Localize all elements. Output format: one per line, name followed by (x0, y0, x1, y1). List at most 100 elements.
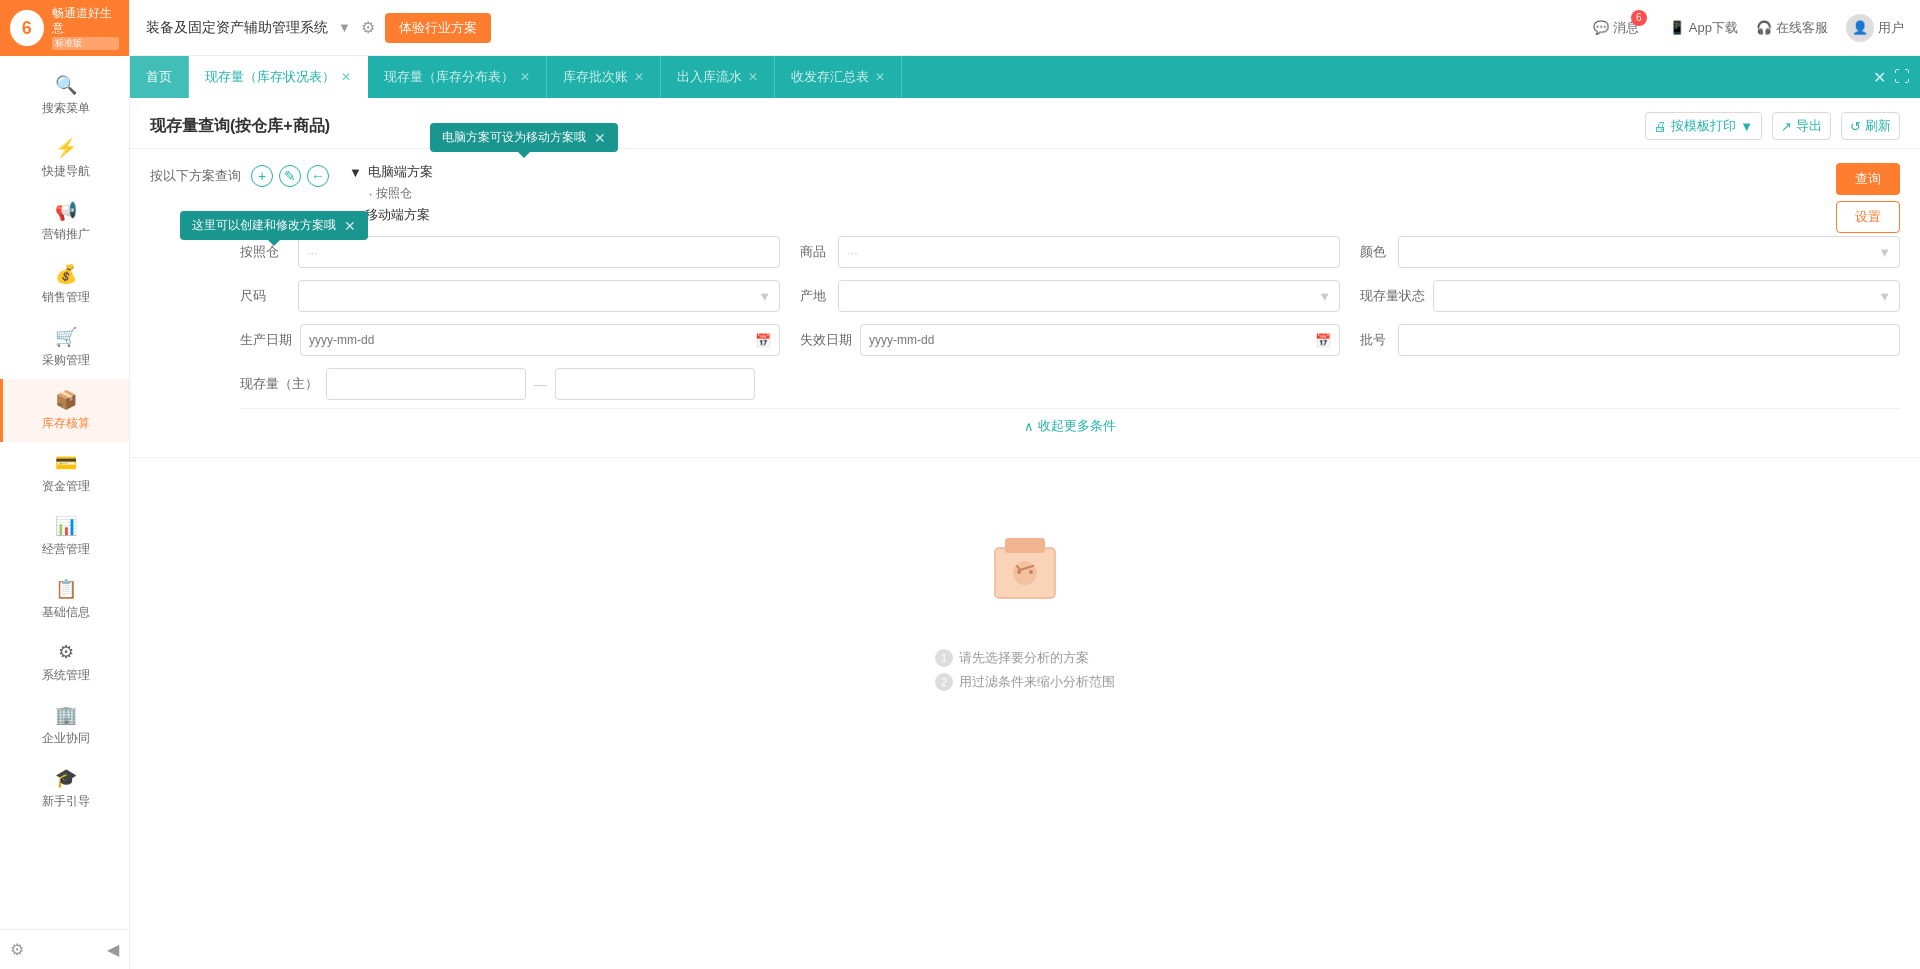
size-select[interactable]: ▼ (298, 280, 780, 312)
app-download-action[interactable]: 📱 App下载 (1669, 19, 1738, 37)
settings-icon[interactable]: ⚙ (10, 940, 24, 959)
prod-date-input[interactable]: 📅 (300, 324, 780, 356)
tab-receive-summary[interactable]: 收发存汇总表 ✕ (775, 56, 902, 98)
refresh-button[interactable]: ↺ 刷新 (1841, 112, 1900, 140)
svg-point-5 (1017, 570, 1021, 574)
size-chevron-icon: ▼ (758, 289, 771, 304)
filter-size: 尺码 ▼ (240, 280, 780, 312)
add-scheme-button[interactable]: + (251, 165, 273, 187)
finance-icon: 💳 (55, 452, 77, 474)
batch-no-field[interactable] (1407, 333, 1891, 348)
user-profile[interactable]: 👤 用户 (1846, 14, 1904, 42)
close-tab-icon[interactable]: ✕ (1873, 68, 1886, 87)
sidebar-item-search[interactable]: 🔍 搜索菜单 (0, 64, 129, 127)
origin-select[interactable]: ▼ (838, 280, 1340, 312)
empty-steps: 1 请先选择要分析的方案 2 用过滤条件来缩小分析范围 (935, 649, 1115, 697)
calendar-icon-prod: 📅 (755, 333, 771, 348)
product-dots-icon: ··· (847, 245, 858, 260)
expire-date-input[interactable]: 📅 (860, 324, 1340, 356)
message-icon: 💬 (1593, 20, 1609, 35)
range-separator: — (534, 377, 547, 392)
sidebar-item-finance[interactable]: 💳 资金管理 (0, 442, 129, 505)
sidebar-item-quick-nav[interactable]: ⚡ 快捷导航 (0, 127, 129, 190)
search-icon: 🔍 (55, 74, 77, 96)
tab-stock-dist[interactable]: 现存量（库存分布表） ✕ (368, 56, 547, 98)
scheme-pc-parent[interactable]: ▼ 电脑端方案 (349, 163, 433, 181)
filter-area: 按以下方案查询 + ✎ ← 电脑方案可设为移动方案哦 ✕ (130, 149, 1920, 457)
tab-close-stock-dist[interactable]: ✕ (520, 70, 530, 84)
solution-button[interactable]: 体验行业方案 (385, 13, 491, 43)
tabbar-actions: ✕ ⛶ (1863, 56, 1920, 98)
warehouse-select[interactable]: ··· (298, 236, 780, 268)
system-dropdown-icon[interactable]: ▼ (338, 20, 351, 35)
sidebar-bottom: ⚙ ◀ (0, 929, 129, 969)
sidebar-item-sales[interactable]: 💰 销售管理 (0, 253, 129, 316)
print-button[interactable]: 🖨 按模板打印 ▼ (1645, 112, 1762, 140)
online-support-action[interactable]: 🎧 在线客服 (1756, 19, 1828, 37)
scheme-tooltip: 电脑方案可设为移动方案哦 ✕ (430, 123, 618, 152)
sidebar-item-inventory[interactable]: 📦 库存核算 (0, 379, 129, 442)
stock-qty-end-field[interactable] (564, 377, 746, 392)
filter-section-label: 按以下方案查询 (150, 167, 241, 185)
stock-status-select[interactable]: ▼ (1433, 280, 1900, 312)
collapse-more-btn[interactable]: ∧ 收起更多条件 (240, 408, 1900, 443)
expire-date-start[interactable] (869, 333, 1311, 347)
sales-icon: 💰 (55, 263, 77, 285)
sidebar-item-system[interactable]: ⚙ 系统管理 (0, 631, 129, 694)
export-button[interactable]: ↗ 导出 (1772, 112, 1831, 140)
tab-close-batch-account[interactable]: ✕ (634, 70, 644, 84)
page-header: 现存量查询(按仓库+商品) 🖨 按模板打印 ▼ ↗ 导出 ↺ 刷新 (130, 98, 1920, 149)
fullscreen-icon[interactable]: ⛶ (1894, 68, 1910, 86)
stock-qty-end[interactable] (555, 368, 755, 400)
sidebar-item-purchase[interactable]: 🛒 采购管理 (0, 316, 129, 379)
tab-batch-account[interactable]: 库存批次账 ✕ (547, 56, 661, 98)
back-scheme-button[interactable]: ← (307, 165, 329, 187)
batch-no-input[interactable] (1398, 324, 1900, 356)
tab-home[interactable]: 首页 (130, 56, 189, 98)
filter-warehouse: 按照仓 ··· (240, 236, 780, 268)
message-action[interactable]: 💬 消息 6 (1593, 19, 1651, 37)
tabbar: 首页 现存量（库存状况表） ✕ 现存量（库存分布表） ✕ 库存批次账 ✕ 出入库… (130, 56, 1920, 98)
sidebar-item-enterprise[interactable]: 🏢 企业协同 (0, 694, 129, 757)
sidebar-item-operations[interactable]: 📊 经营管理 (0, 505, 129, 568)
step-num-2: 2 (935, 673, 953, 691)
collapse-sidebar-icon[interactable]: ◀ (107, 940, 119, 959)
origin-chevron-icon: ▼ (1318, 289, 1331, 304)
stock-qty-start-field[interactable] (335, 377, 517, 392)
create-tooltip-close-icon[interactable]: ✕ (344, 218, 356, 234)
settings-gear-icon[interactable]: ⚙ (361, 18, 375, 37)
edit-scheme-button[interactable]: ✎ (279, 165, 301, 187)
tooltip-close-icon[interactable]: ✕ (594, 130, 606, 146)
sidebar-item-marketing[interactable]: 📢 营销推广 (0, 190, 129, 253)
prod-date-start[interactable] (309, 333, 751, 347)
tab-close-receive-summary[interactable]: ✕ (875, 70, 885, 84)
tab-inout-flow[interactable]: 出入库流水 ✕ (661, 56, 775, 98)
filter-stock-qty: 现存量（主） — (240, 368, 1900, 400)
tab-close-stock-status[interactable]: ✕ (341, 70, 351, 84)
export-icon: ↗ (1781, 119, 1792, 134)
color-select[interactable]: ▼ (1398, 236, 1900, 268)
calendar-icon-expire: 📅 (1315, 333, 1331, 348)
system-icon: ⚙ (58, 641, 74, 663)
stock-qty-start[interactable] (326, 368, 526, 400)
scheme-by-warehouse[interactable]: · 按照仓 (349, 185, 433, 202)
page-title: 现存量查询(按仓库+商品) (150, 116, 330, 137)
stock-qty-label: 现存量（主） (240, 375, 318, 393)
sidebar-item-guide[interactable]: 🎓 新手引导 (0, 757, 129, 820)
sidebar-item-base-info[interactable]: 📋 基础信息 (0, 568, 129, 631)
bullet-icon: · (369, 187, 372, 201)
logo-icon: 6 (10, 10, 44, 46)
query-button[interactable]: 查询 (1836, 163, 1900, 195)
main-content: 现存量查询(按仓库+商品) 🖨 按模板打印 ▼ ↗ 导出 ↺ 刷新 (130, 98, 1920, 969)
tab-close-inout-flow[interactable]: ✕ (748, 70, 758, 84)
empty-step-1: 1 请先选择要分析的方案 (935, 649, 1115, 667)
tab-stock-status[interactable]: 现存量（库存状况表） ✕ (189, 56, 368, 98)
refresh-icon: ↺ (1850, 119, 1861, 134)
topbar-left: 装备及固定资产辅助管理系统 ▼ ⚙ 体验行业方案 (146, 13, 491, 43)
marketing-icon: 📢 (55, 200, 77, 222)
filter-batch-no: 批号 (1360, 324, 1900, 356)
filter-origin: 产地 ▼ (800, 280, 1340, 312)
reset-button[interactable]: 设置 (1836, 201, 1900, 233)
product-select[interactable]: ··· (838, 236, 1340, 268)
system-name: 装备及固定资产辅助管理系统 (146, 19, 328, 37)
